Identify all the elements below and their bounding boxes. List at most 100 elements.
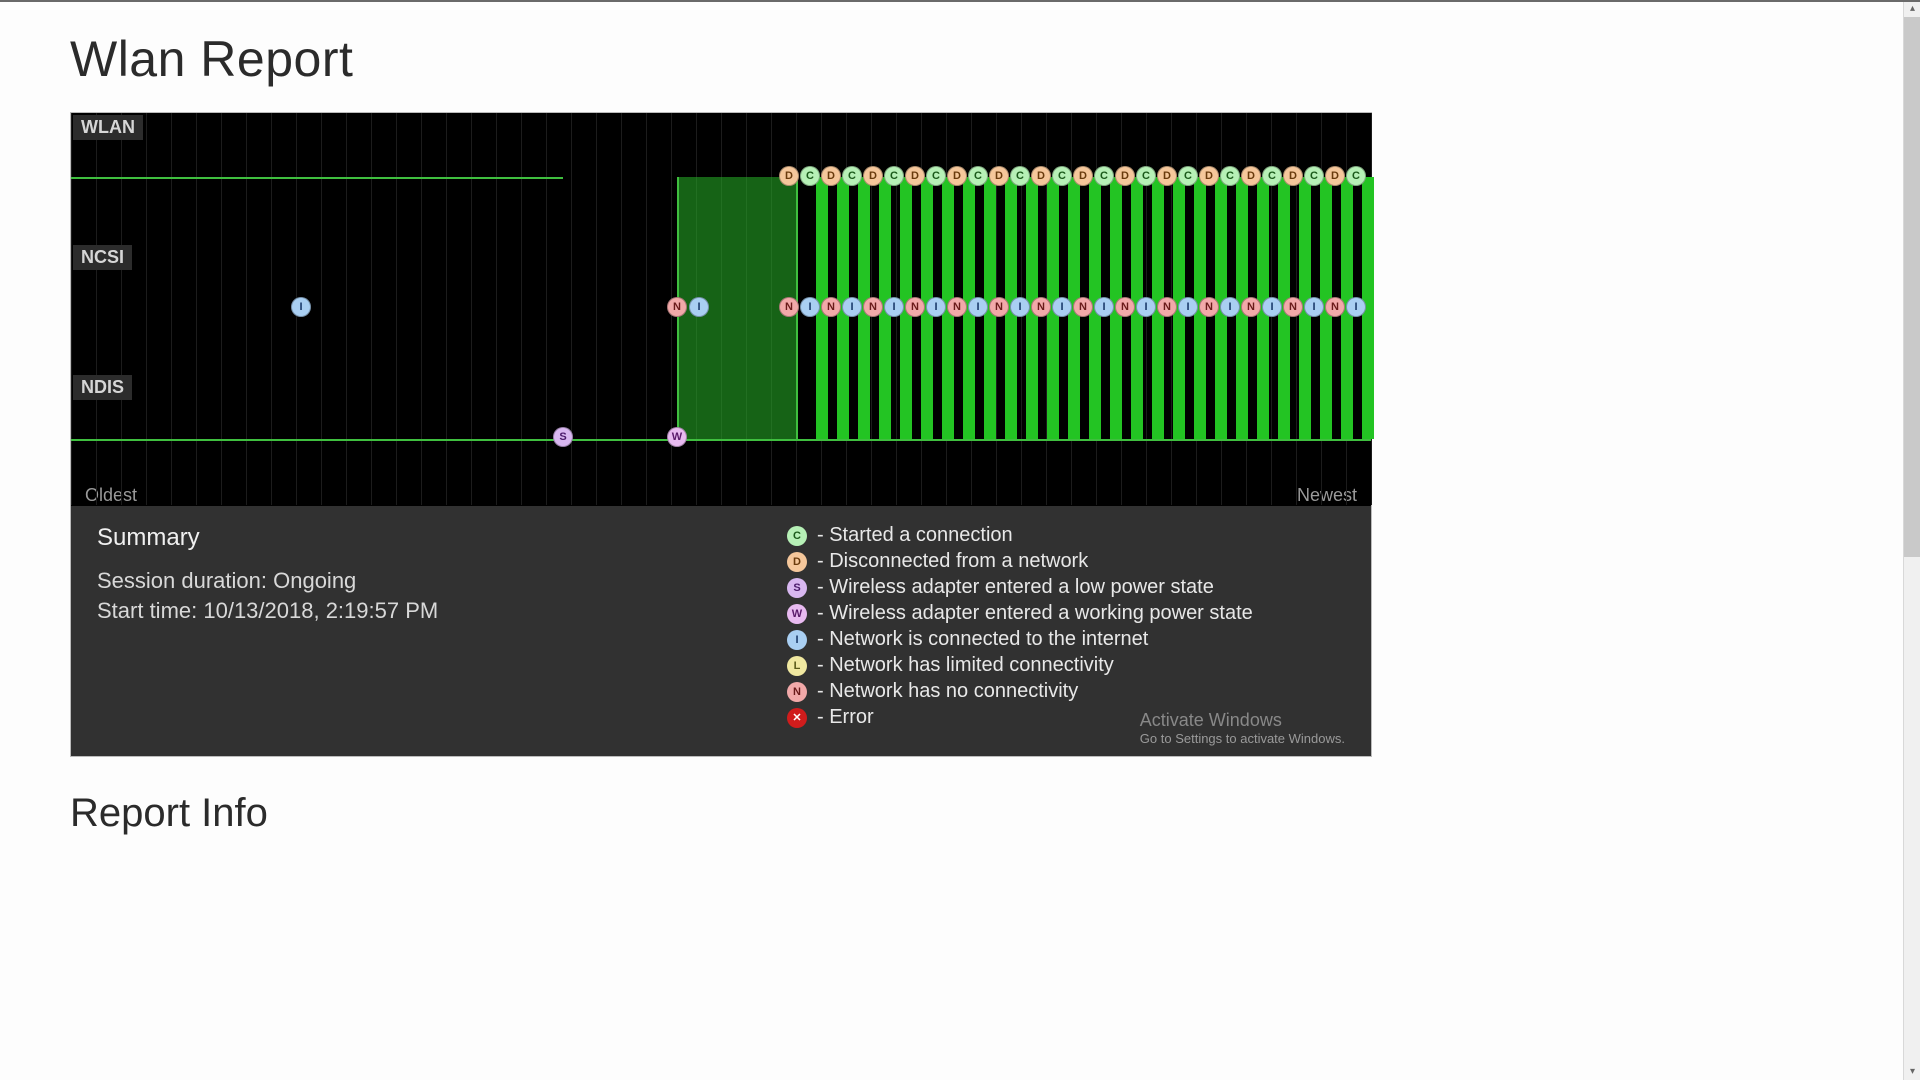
scroll-up-arrow-icon[interactable]: ▴ <box>1904 0 1920 17</box>
event-dot-c[interactable]: C <box>1010 166 1030 186</box>
event-dot-c[interactable]: C <box>1346 166 1366 186</box>
event-dot-i[interactable]: I <box>1220 297 1240 317</box>
event-dot-i[interactable]: I <box>1346 297 1366 317</box>
legend-dot-icon: D <box>787 552 807 572</box>
lane-label-ncsi: NCSI <box>73 245 132 270</box>
event-dot-n[interactable]: N <box>947 297 967 317</box>
legend-text: - Wireless adapter entered a working pow… <box>817 602 1253 625</box>
event-dot-d[interactable]: D <box>1073 166 1093 186</box>
event-dot-n[interactable]: N <box>1073 297 1093 317</box>
event-dot-d[interactable]: D <box>905 166 925 186</box>
summary-title: Summary <box>97 524 787 552</box>
event-dot-i[interactable]: I <box>1136 297 1156 317</box>
event-dot-c[interactable]: C <box>842 166 862 186</box>
event-dot-d[interactable]: D <box>989 166 1009 186</box>
event-dot-d[interactable]: D <box>1031 166 1051 186</box>
event-dot-s[interactable]: S <box>553 427 573 447</box>
event-dot-c[interactable]: C <box>1262 166 1282 186</box>
event-dot-i[interactable]: I <box>1010 297 1030 317</box>
event-dot-w[interactable]: W <box>667 427 687 447</box>
legend-text: - Network is connected to the internet <box>817 628 1148 651</box>
event-dot-c[interactable]: C <box>1304 166 1324 186</box>
event-dot-c[interactable]: C <box>926 166 946 186</box>
axis-oldest: Oldest <box>85 485 137 506</box>
legend-text: - Error <box>817 706 874 729</box>
event-dot-n[interactable]: N <box>779 297 799 317</box>
vertical-scrollbar[interactable]: ▴ ▾ <box>1903 0 1920 1080</box>
legend-text: - Started a connection <box>817 524 1013 547</box>
wlan-chart[interactable]: WLAN NCSI NDIS Oldest Newest DCDCDCDCDCD… <box>70 112 1372 757</box>
event-dot-d[interactable]: D <box>947 166 967 186</box>
event-dot-c[interactable]: C <box>1220 166 1240 186</box>
event-dot-c[interactable]: C <box>1178 166 1198 186</box>
event-dot-i[interactable]: I <box>1178 297 1198 317</box>
legend-row: W - Wireless adapter entered a working po… <box>787 602 1347 625</box>
event-dot-n[interactable]: N <box>863 297 883 317</box>
event-dot-c[interactable]: C <box>1052 166 1072 186</box>
event-dot-d[interactable]: D <box>1283 166 1303 186</box>
event-dot-n[interactable]: N <box>1031 297 1051 317</box>
event-dot-n[interactable]: N <box>905 297 925 317</box>
event-dot-d[interactable]: D <box>1157 166 1177 186</box>
event-dot-i[interactable]: I <box>1304 297 1324 317</box>
event-dot-i[interactable]: I <box>291 297 311 317</box>
event-dot-c[interactable]: C <box>1136 166 1156 186</box>
legend-text: - Wireless adapter entered a low power s… <box>817 576 1214 599</box>
legend-dot-icon: N <box>787 682 807 702</box>
event-dot-c[interactable]: C <box>968 166 988 186</box>
event-dot-i[interactable]: I <box>926 297 946 317</box>
legend-dot-icon: C <box>787 526 807 546</box>
event-dot-n[interactable]: N <box>1241 297 1261 317</box>
legend-row: D - Disconnected from a network <box>787 550 1347 573</box>
legend-dot-icon: W <box>787 604 807 624</box>
event-dot-c[interactable]: C <box>1094 166 1114 186</box>
legend-row: L - Network has limited connectivity <box>787 654 1347 677</box>
summary-panel: Summary Session duration: Ongoing Start … <box>71 506 1371 756</box>
event-dot-d[interactable]: D <box>779 166 799 186</box>
legend-dot-icon: S <box>787 578 807 598</box>
event-dot-i[interactable]: I <box>689 297 709 317</box>
legend-dot-icon: I <box>787 630 807 650</box>
event-dot-n[interactable]: N <box>1283 297 1303 317</box>
event-dot-d[interactable]: D <box>1325 166 1345 186</box>
legend-dot-icon: ✕ <box>787 708 807 728</box>
event-dot-d[interactable]: D <box>1241 166 1261 186</box>
event-dot-c[interactable]: C <box>884 166 904 186</box>
event-dot-d[interactable]: D <box>1115 166 1135 186</box>
summary-session-duration: Session duration: Ongoing <box>97 568 787 594</box>
summary-start-time: Start time: 10/13/2018, 2:19:57 PM <box>97 598 787 624</box>
event-dot-i[interactable]: I <box>884 297 904 317</box>
event-dot-d[interactable]: D <box>821 166 841 186</box>
event-dot-n[interactable]: N <box>1157 297 1177 317</box>
lane-label-wlan: WLAN <box>73 115 143 140</box>
report-info-title: Report Info <box>70 791 1850 836</box>
event-dot-n[interactable]: N <box>1115 297 1135 317</box>
event-dot-n[interactable]: N <box>667 297 687 317</box>
event-dot-i[interactable]: I <box>1262 297 1282 317</box>
legend-text: - Disconnected from a network <box>817 550 1088 573</box>
legend-row: C - Started a connection <box>787 524 1347 547</box>
legend-text: - Network has no connectivity <box>817 680 1078 703</box>
event-dot-d[interactable]: D <box>863 166 883 186</box>
page-title: Wlan Report <box>70 30 1850 88</box>
event-dot-n[interactable]: N <box>1199 297 1219 317</box>
legend-dot-icon: L <box>787 656 807 676</box>
event-dot-c[interactable]: C <box>800 166 820 186</box>
event-dot-i[interactable]: I <box>842 297 862 317</box>
legend-row: S - Wireless adapter entered a low power … <box>787 576 1347 599</box>
event-dot-n[interactable]: N <box>989 297 1009 317</box>
event-dot-n[interactable]: N <box>821 297 841 317</box>
legend-row: I - Network is connected to the internet <box>787 628 1347 651</box>
scroll-thumb[interactable] <box>1904 17 1920 557</box>
legend-row: N - Network has no connectivity <box>787 680 1347 703</box>
event-dot-i[interactable]: I <box>968 297 988 317</box>
lane-label-ndis: NDIS <box>73 375 132 400</box>
event-dot-i[interactable]: I <box>1052 297 1072 317</box>
event-dot-d[interactable]: D <box>1199 166 1219 186</box>
event-dot-i[interactable]: I <box>1094 297 1114 317</box>
scroll-down-arrow-icon[interactable]: ▾ <box>1904 1063 1920 1080</box>
event-dot-i[interactable]: I <box>800 297 820 317</box>
activate-windows-watermark: Activate Windows Go to Settings to activ… <box>1140 710 1345 746</box>
legend-text: - Network has limited connectivity <box>817 654 1114 677</box>
event-dot-n[interactable]: N <box>1325 297 1345 317</box>
